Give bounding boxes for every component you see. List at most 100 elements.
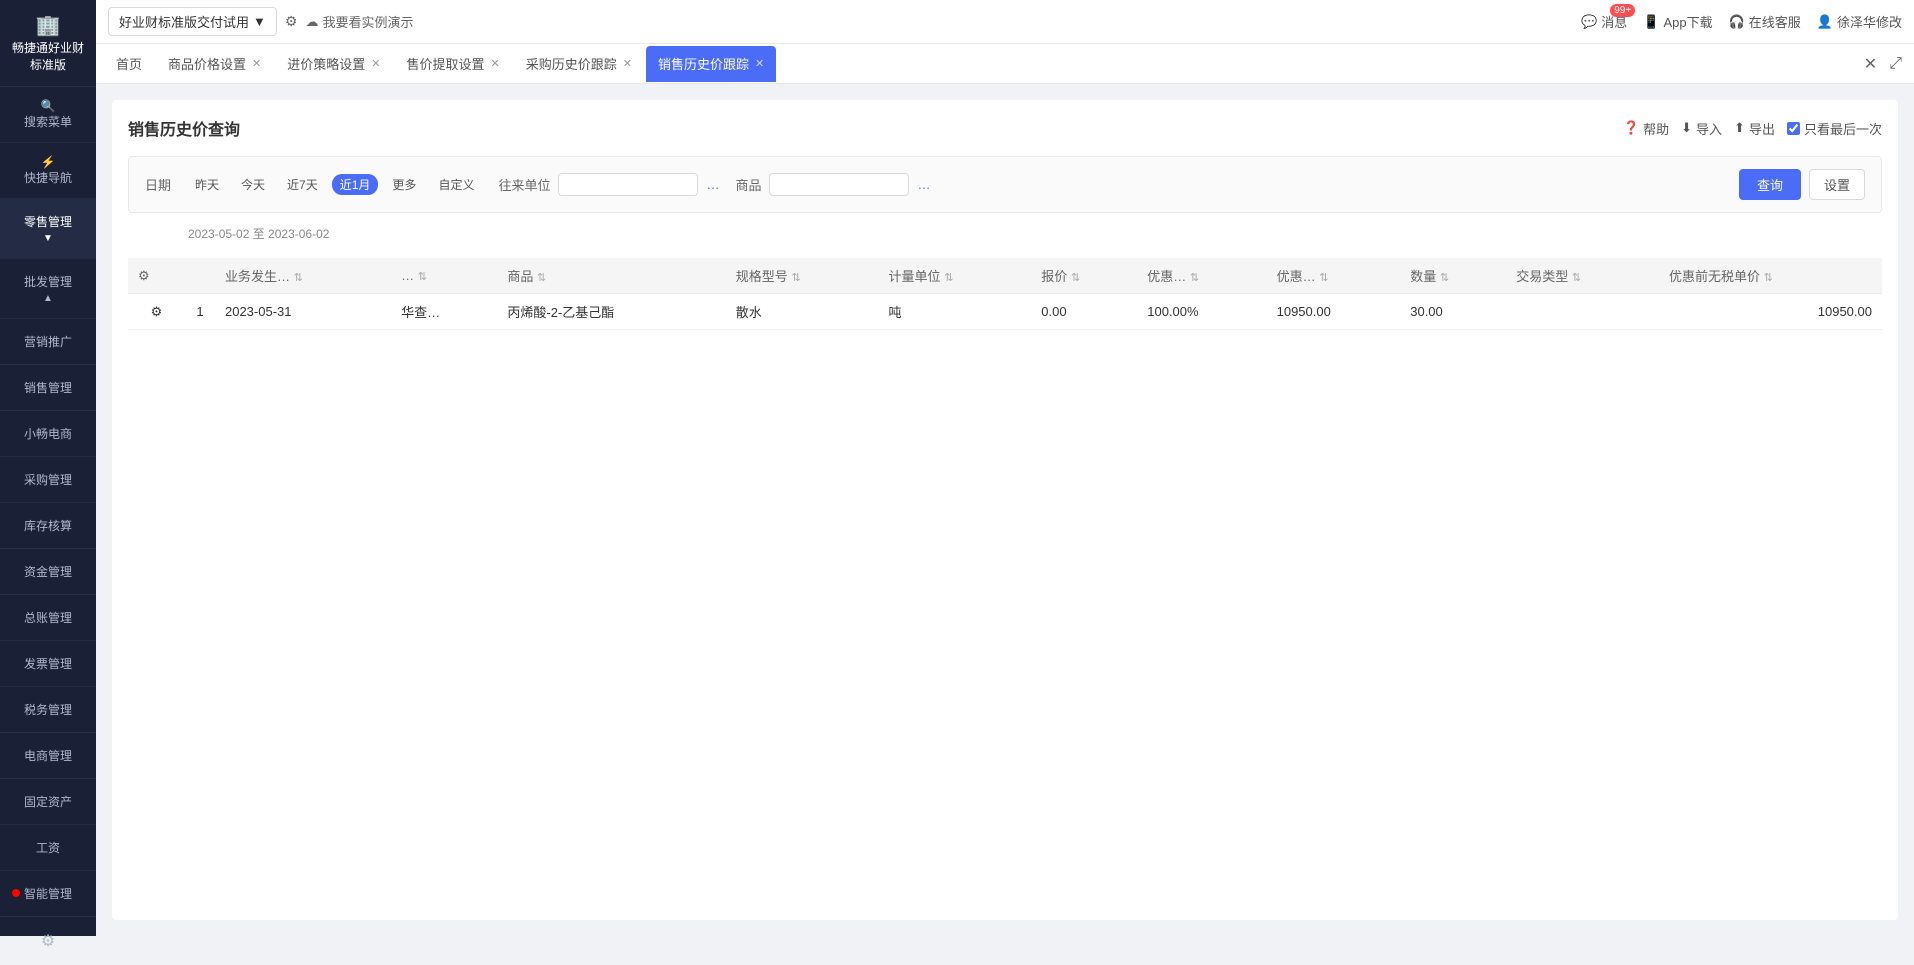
user-avatar-icon: 👤 [1817,14,1833,30]
sort-icon-discount2: ⇅ [1319,272,1328,284]
sidebar-item-ecommerce[interactable]: 电商管理 [0,733,96,779]
ecommerce-label: 电商管理 [8,747,88,764]
sort-icon-pretax-price: ⇅ [1764,272,1773,284]
tab-product-price-close[interactable]: ✕ [252,57,261,70]
data-table: ⚙ 业务发生… ⇅ … ⇅ 商品 ⇅ [128,258,1882,330]
online-service-btn[interactable]: 🎧 在线客服 [1729,12,1801,31]
tab-pricing-strategy-close[interactable]: ✕ [371,57,380,70]
app-download-btn[interactable]: 📱 App下载 [1643,12,1712,31]
col-pretax-price-label: 优惠前无税单价 [1669,269,1760,284]
date-custom[interactable]: 自定义 [430,174,482,195]
tab-purchase-history-close[interactable]: ✕ [623,57,632,70]
only-last-input[interactable] [1787,122,1800,135]
source-unit-label: 往来单位 [498,175,550,194]
col-product[interactable]: 商品 ⇅ [497,258,725,294]
date-yesterday[interactable]: 昨天 [187,174,227,195]
import-icon: ⬇ [1681,120,1692,136]
tab-pricing-strategy-label: 进价策略设置 [287,54,365,73]
invoice-label: 发票管理 [8,655,88,672]
page-header-actions: ❓ 帮助 ⬇ 导入 ⬆ 导出 只看最后一次 [1623,119,1882,138]
tab-expand-btn[interactable]: ⤢ [1885,51,1906,77]
row-discount1: 100.00% [1137,294,1266,330]
version-selector[interactable]: 好业财标准版交付试用 ▼ [108,7,277,36]
sidebar-item-fixed-assets[interactable]: 固定资产 [0,779,96,825]
date-more[interactable]: 更多 [384,174,424,195]
sidebar-item-tax[interactable]: 税务管理 [0,687,96,733]
row-product: 丙烯酸-2-乙基己酯 [497,294,725,330]
row-gear[interactable]: ⚙ [128,294,185,330]
col-business-date[interactable]: 业务发生… ⇅ [215,258,391,294]
source-unit-dots[interactable]: … [706,177,719,192]
tab-close-btn[interactable]: ✕ [1860,50,1881,78]
import-label: 导入 [1696,119,1722,138]
user-profile-btn[interactable]: 👤 徐泽华修改 [1817,12,1902,31]
settings-btn[interactable]: 设置 [1809,169,1865,200]
date-1month[interactable]: 近1月 [332,174,379,195]
col-discount2-label: 优惠… [1277,269,1316,284]
sidebar-item-invoice[interactable]: 发票管理 [0,641,96,687]
date-7days[interactable]: 近7天 [279,174,326,195]
sidebar-item-retail[interactable]: 零售管理 ▼ [0,199,96,259]
filter-row: 日期 昨天 今天 近7天 近1月 更多 自定义 往来单位 … [128,156,1882,213]
query-btn[interactable]: 查询 [1739,169,1801,200]
smart-label: 智能管理 [8,885,88,902]
tab-sales-history[interactable]: 销售历史价跟踪 ✕ [646,46,776,82]
sidebar-search[interactable]: 🔍 搜索菜单 [0,87,96,143]
phone-icon: 📱 [1643,14,1659,30]
product-dots[interactable]: … [917,177,930,192]
sidebar-item-marketing[interactable]: 营销推广 [0,319,96,365]
import-btn[interactable]: ⬇ 导入 [1681,119,1722,138]
date-today[interactable]: 今天 [233,174,273,195]
col-discount1-label: 优惠… [1147,269,1186,284]
col-price[interactable]: 报价 ⇅ [1031,258,1137,294]
col-pretax-price[interactable]: 优惠前无税单价 ⇅ [1659,258,1882,294]
tab-sales-history-close[interactable]: ✕ [755,57,764,70]
sidebar-quicknav[interactable]: ⚡ 快捷导航 [0,143,96,199]
col-unit[interactable]: 计量单位 ⇅ [879,258,1032,294]
inventory-label: 库存核算 [8,517,88,534]
message-btn[interactable]: 💬 消息 99+ [1581,12,1627,31]
col-extra[interactable]: … ⇅ [391,258,497,294]
col-gear[interactable]: ⚙ [128,258,185,294]
sidebar-item-purchase[interactable]: 采购管理 [0,457,96,503]
sidebar-item-finance[interactable]: 资金管理 [0,549,96,595]
product-input[interactable] [769,173,909,196]
sidebar-item-smart[interactable]: 智能管理 [0,871,96,917]
sidebar-item-sales[interactable]: 销售管理 [0,365,96,411]
demo-label: 我要看实例演示 [322,12,413,31]
col-discount1[interactable]: 优惠… ⇅ [1137,258,1266,294]
product-label: 商品 [735,175,761,194]
demo-link[interactable]: ☁ 我要看实例演示 [305,12,413,31]
nav-icon: ⚡ [8,155,88,169]
tab-product-price[interactable]: 商品价格设置 ✕ [156,46,273,82]
app-logo: 🏢 畅捷通好业财 标准版 [0,0,96,87]
ecommerce-small-label: 小畅电商 [8,425,88,442]
product-field: 商品 … [735,173,930,196]
sidebar-item-salary[interactable]: 工资 [0,825,96,871]
sidebar-item-ecommerce-small[interactable]: 小畅电商 [0,411,96,457]
tab-home[interactable]: 首页 [104,46,154,82]
col-quantity[interactable]: 数量 ⇅ [1400,258,1506,294]
tab-purchase-history[interactable]: 采购历史价跟踪 ✕ [514,46,644,82]
sales-label: 销售管理 [8,379,88,396]
quicknav-label: 快捷导航 [8,169,88,186]
tab-price-extract-close[interactable]: ✕ [491,57,500,70]
sidebar-item-general-ledger[interactable]: 总账管理 [0,595,96,641]
only-last-checkbox[interactable]: 只看最后一次 [1787,119,1882,138]
tab-pricing-strategy[interactable]: 进价策略设置 ✕ [275,46,392,82]
col-discount2[interactable]: 优惠… ⇅ [1267,258,1401,294]
source-unit-input[interactable] [558,173,698,196]
topbar-settings-icon[interactable]: ⚙ [285,13,298,30]
sort-icon-price: ⇅ [1071,272,1080,284]
sidebar-item-inventory[interactable]: 库存核算 [0,503,96,549]
export-btn[interactable]: ⬆ 导出 [1734,119,1775,138]
tab-price-extract[interactable]: 售价提取设置 ✕ [394,46,511,82]
help-btn[interactable]: ❓ 帮助 [1623,119,1669,138]
col-quantity-label: 数量 [1410,269,1436,284]
sidebar-settings-btn[interactable]: ⚙ [0,917,96,965]
online-service-label: 在线客服 [1749,12,1801,31]
col-spec[interactable]: 规格型号 ⇅ [726,258,879,294]
sidebar-item-wholesale[interactable]: 批发管理 ▲ [0,259,96,319]
row-discount2: 10950.00 [1267,294,1401,330]
col-trans-type[interactable]: 交易类型 ⇅ [1506,258,1659,294]
